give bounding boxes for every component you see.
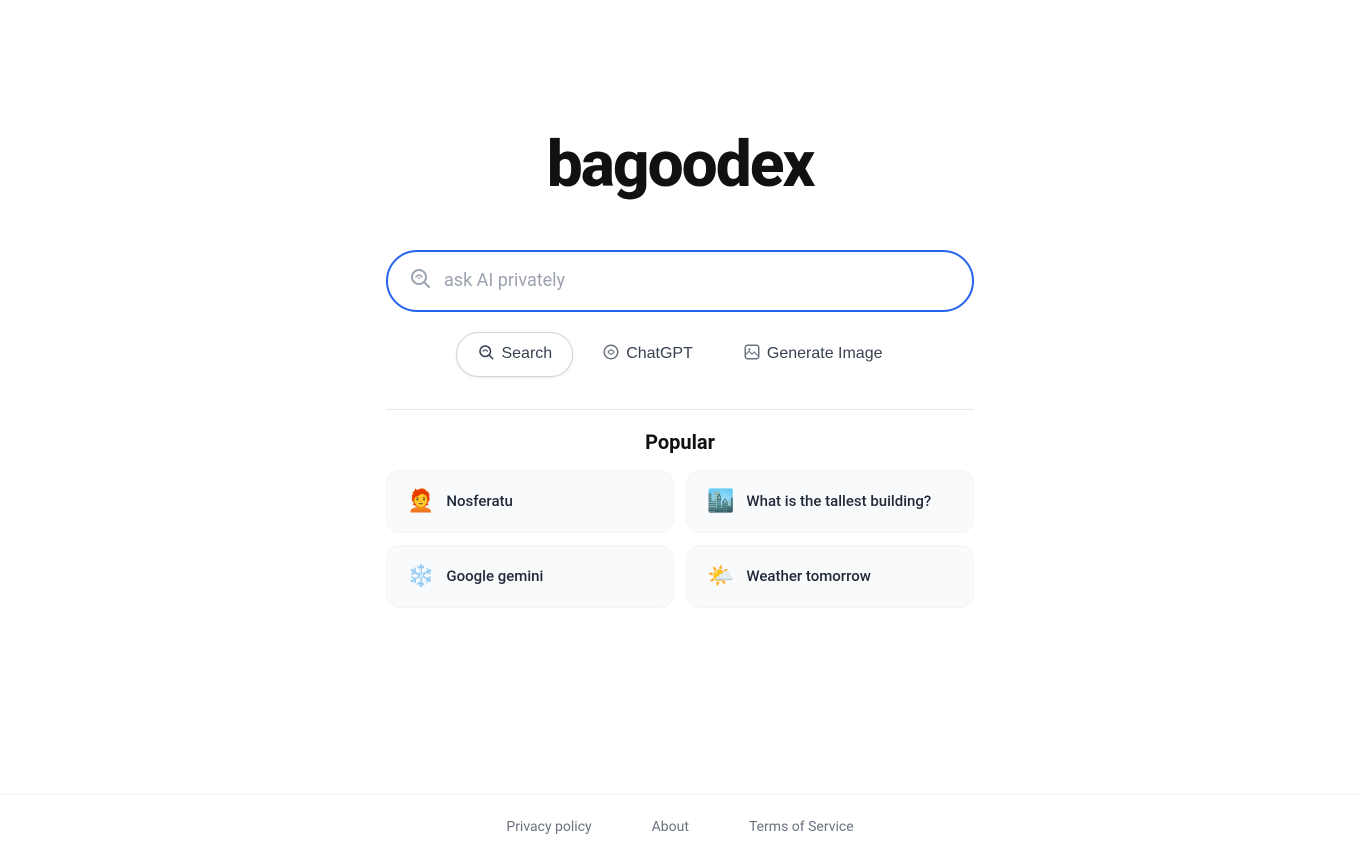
search-container (386, 250, 974, 312)
google-gemini-emoji: ❄️ (407, 564, 434, 589)
footer-privacy-policy[interactable]: Privacy policy (506, 819, 591, 835)
tab-bar: Search ChatGPT Generate Image (456, 332, 903, 377)
nosferatu-emoji: 🧑‍🦰 (407, 489, 434, 514)
tab-search-label: Search (501, 345, 552, 363)
footer-about[interactable]: About (652, 819, 689, 835)
search-tab-icon (477, 343, 495, 366)
google-gemini-label: Google gemini (446, 567, 543, 585)
tallest-building-emoji: 🏙️ (707, 489, 734, 514)
tab-chatgpt-label: ChatGPT (626, 345, 693, 363)
popular-title: Popular (386, 430, 974, 454)
popular-grid: 🧑‍🦰 Nosferatu 🏙️ What is the tallest bui… (386, 470, 974, 608)
popular-divider (386, 409, 974, 410)
popular-card-nosferatu[interactable]: 🧑‍🦰 Nosferatu (386, 470, 674, 533)
popular-section: Popular 🧑‍🦰 Nosferatu 🏙️ What is the tal… (386, 409, 974, 608)
footer-terms[interactable]: Terms of Service (749, 819, 854, 835)
search-input[interactable] (444, 270, 952, 291)
tab-chatgpt[interactable]: ChatGPT (581, 332, 714, 377)
popular-card-weather-tomorrow[interactable]: 🌤️ Weather tomorrow (686, 545, 974, 608)
weather-tomorrow-emoji: 🌤️ (707, 564, 734, 589)
tab-generate-image-label: Generate Image (767, 345, 883, 363)
search-bar (386, 250, 974, 312)
tab-generate-image[interactable]: Generate Image (722, 332, 904, 377)
tab-search[interactable]: Search (456, 332, 573, 377)
chatgpt-tab-icon (602, 343, 620, 366)
nosferatu-label: Nosferatu (446, 492, 513, 510)
tallest-building-label: What is the tallest building? (746, 492, 931, 510)
generate-image-tab-icon (743, 343, 761, 366)
popular-card-tallest-building[interactable]: 🏙️ What is the tallest building? (686, 470, 974, 533)
weather-tomorrow-label: Weather tomorrow (746, 567, 870, 585)
ai-search-icon (408, 266, 432, 296)
site-logo: bagoodex (547, 127, 813, 202)
popular-card-google-gemini[interactable]: ❄️ Google gemini (386, 545, 674, 608)
main-content: bagoodex Searc (0, 0, 1360, 794)
footer: Privacy policy About Terms of Service (0, 794, 1360, 859)
